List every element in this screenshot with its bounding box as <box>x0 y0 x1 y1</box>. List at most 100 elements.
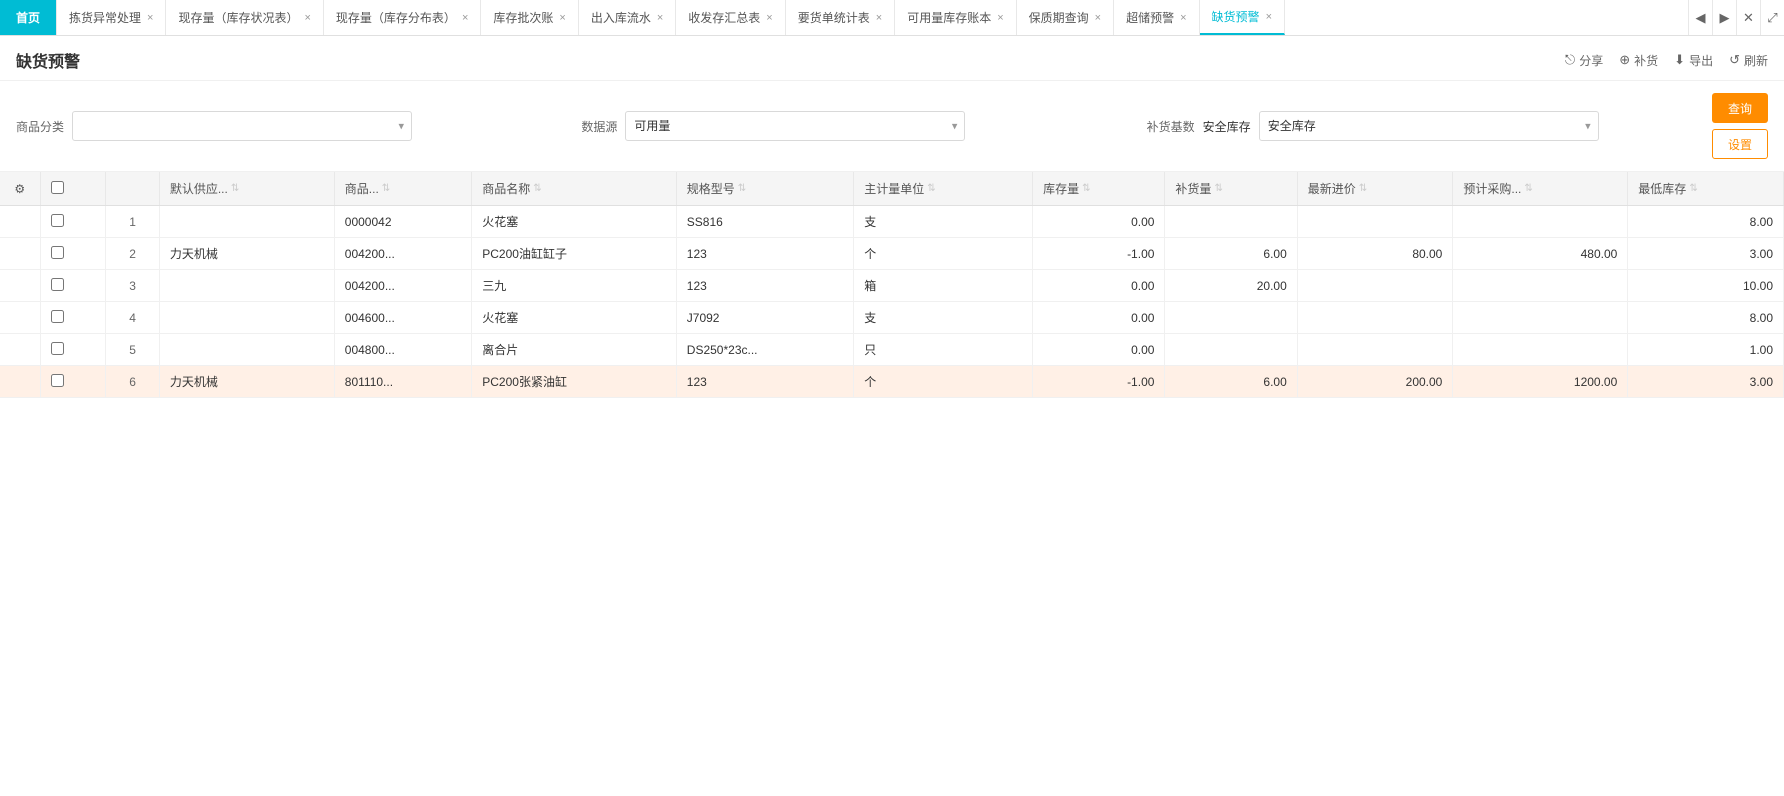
row-checkbox-cell[interactable] <box>40 238 106 270</box>
row-replenish: 6.00 <box>1165 366 1297 398</box>
tab-label: 保质期查询 <box>1029 9 1089 26</box>
replenish-basis-select[interactable]: 安全库存 <box>1259 111 1599 141</box>
row-default-supplier <box>159 270 334 302</box>
select-all-checkbox[interactable] <box>51 181 64 194</box>
tab-expiry-query[interactable]: 保质期查询 × <box>1017 0 1114 35</box>
tab-home[interactable]: 首页 <box>0 0 57 35</box>
replenish-action[interactable]: ⊕ 补货 <box>1619 52 1658 69</box>
table-header-gear[interactable]: ⚙ <box>0 172 40 206</box>
tab-shortage-warn[interactable]: 缺货预警 × <box>1200 0 1285 35</box>
tab-label: 出入库流水 <box>591 9 651 26</box>
table-header-replenish[interactable]: 补货量 ⇅ <box>1165 172 1297 206</box>
row-product-code: 004800... <box>334 334 471 366</box>
table-header-spec[interactable]: 规格型号 ⇅ <box>676 172 853 206</box>
sort-icon: ⇅ <box>1689 183 1697 194</box>
page-title: 缺货预警 <box>16 48 80 72</box>
table-header-default-supplier[interactable]: 默认供应... ⇅ <box>159 172 334 206</box>
tab-inout-flow[interactable]: 出入库流水 × <box>579 0 676 35</box>
replenish-icon: ⊕ <box>1619 52 1630 68</box>
row-checkbox-cell[interactable] <box>40 270 106 302</box>
refresh-action[interactable]: ↺ 刷新 <box>1729 52 1768 69</box>
table-header-estimated-purchase[interactable]: 预计采购... ⇅ <box>1453 172 1628 206</box>
row-checkbox[interactable] <box>51 310 64 323</box>
table-header-latest-price[interactable]: 最新进价 ⇅ <box>1297 172 1453 206</box>
row-product-name: 火花塞 <box>472 302 677 334</box>
row-gear-cell <box>0 302 40 334</box>
table-header-unit[interactable]: 主计量单位 ⇅ <box>854 172 1033 206</box>
tab-defect-exception[interactable]: 拣货异常处理 × <box>57 0 166 35</box>
row-product-code: 004200... <box>334 238 471 270</box>
tab-recv-summary[interactable]: 收发存汇总表 × <box>676 0 785 35</box>
tab-close-icon[interactable]: × <box>876 12 882 24</box>
row-checkbox-cell[interactable] <box>40 302 106 334</box>
tab-close-all-button[interactable]: ✕ <box>1736 0 1760 36</box>
settings-button[interactable]: 设置 <box>1712 129 1768 159</box>
tab-label: 拣货异常处理 <box>69 9 141 26</box>
tab-close-icon[interactable]: × <box>1180 12 1186 24</box>
tab-batch-account[interactable]: 库存批次账 × <box>481 0 578 35</box>
datasource-select[interactable]: 可用量 <box>625 111 965 141</box>
tab-close-icon[interactable]: × <box>462 12 468 24</box>
row-min-stock: 3.00 <box>1628 366 1784 398</box>
row-replenish <box>1165 206 1297 238</box>
table-header-product-code[interactable]: 商品... ⇅ <box>334 172 471 206</box>
export-label: 导出 <box>1689 52 1713 69</box>
row-checkbox-cell[interactable] <box>40 366 106 398</box>
tab-overstock-warn[interactable]: 超储预警 × <box>1114 0 1199 35</box>
table-header-stock[interactable]: 库存量 ⇅ <box>1033 172 1165 206</box>
table-row[interactable]: 1 0000042 火花塞 SS816 支 0.00 8.00 <box>0 206 1784 238</box>
sort-icon: ⇅ <box>1082 183 1090 194</box>
query-button[interactable]: 查询 <box>1712 93 1768 123</box>
table-row[interactable]: 6 力天机械 801110... PC200张紧油缸 123 个 -1.00 6… <box>0 366 1784 398</box>
tab-close-icon[interactable]: × <box>1095 12 1101 24</box>
category-select[interactable] <box>72 111 412 141</box>
row-unit: 支 <box>854 206 1033 238</box>
table-header-product-name[interactable]: 商品名称 ⇅ <box>472 172 677 206</box>
tab-close-icon[interactable]: × <box>657 12 663 24</box>
table-header-min-stock[interactable]: 最低库存 ⇅ <box>1628 172 1784 206</box>
page-header: 缺货预警 ⎋ 分享 ⊕ 补货 ⬇ 导出 ↺ 刷新 <box>0 36 1784 81</box>
row-seq: 6 <box>106 366 160 398</box>
row-min-stock: 10.00 <box>1628 270 1784 302</box>
row-unit: 个 <box>854 238 1033 270</box>
row-checkbox[interactable] <box>51 374 64 387</box>
tab-inventory-dist[interactable]: 现存量（库存分布表） × <box>324 0 481 35</box>
tab-available-ledger[interactable]: 可用量库存账本 × <box>895 0 1016 35</box>
row-unit: 箱 <box>854 270 1033 302</box>
tab-label: 现存量（库存分布表） <box>336 9 456 26</box>
row-stock: 0.00 <box>1033 270 1165 302</box>
row-stock: 0.00 <box>1033 302 1165 334</box>
row-checkbox[interactable] <box>51 246 64 259</box>
table-row[interactable]: 3 004200... 三九 123 箱 0.00 20.00 10.00 <box>0 270 1784 302</box>
row-checkbox[interactable] <box>51 278 64 291</box>
row-checkbox[interactable] <box>51 342 64 355</box>
tab-label: 缺货预警 <box>1212 8 1260 25</box>
tab-close-icon[interactable]: × <box>1266 11 1272 23</box>
tab-close-icon[interactable]: × <box>997 12 1003 24</box>
row-estimated-purchase <box>1453 334 1628 366</box>
export-action[interactable]: ⬇ 导出 <box>1674 52 1713 69</box>
row-checkbox[interactable] <box>51 214 64 227</box>
table-row[interactable]: 4 004600... 火花塞 J7092 支 0.00 8.00 <box>0 302 1784 334</box>
tab-close-icon[interactable]: × <box>147 12 153 24</box>
tab-prev-button[interactable]: ◀ <box>1688 0 1712 36</box>
table-row[interactable]: 5 004800... 离合片 DS250*23c... 只 0.00 1.00 <box>0 334 1784 366</box>
header-actions: ⎋ 分享 ⊕ 补货 ⬇ 导出 ↺ 刷新 <box>1565 52 1768 69</box>
table-row[interactable]: 2 力天机械 004200... PC200油缸缸子 123 个 -1.00 6… <box>0 238 1784 270</box>
tab-close-icon[interactable]: × <box>304 12 310 24</box>
replenish-basis-label: 补货基数 <box>1147 118 1195 135</box>
tab-inventory-status[interactable]: 现存量（库存状况表） × <box>166 0 323 35</box>
tab-close-icon[interactable]: × <box>559 12 565 24</box>
tab-next-button[interactable]: ▶ <box>1712 0 1736 36</box>
row-stock: -1.00 <box>1033 366 1165 398</box>
tab-demand-stat[interactable]: 要货单统计表 × <box>786 0 895 35</box>
row-checkbox-cell[interactable] <box>40 334 106 366</box>
tab-expand-button[interactable]: ⤢ <box>1760 0 1784 36</box>
tab-close-icon[interactable]: × <box>766 12 772 24</box>
row-checkbox-cell[interactable] <box>40 206 106 238</box>
tab-label: 超储预警 <box>1126 9 1174 26</box>
share-action[interactable]: ⎋ 分享 <box>1565 52 1603 69</box>
row-seq: 5 <box>106 334 160 366</box>
replenish-basis-filter-group: 补货基数 安全库存 安全库存 ▾ <box>1147 111 1692 141</box>
category-filter-label: 商品分类 <box>16 118 64 135</box>
